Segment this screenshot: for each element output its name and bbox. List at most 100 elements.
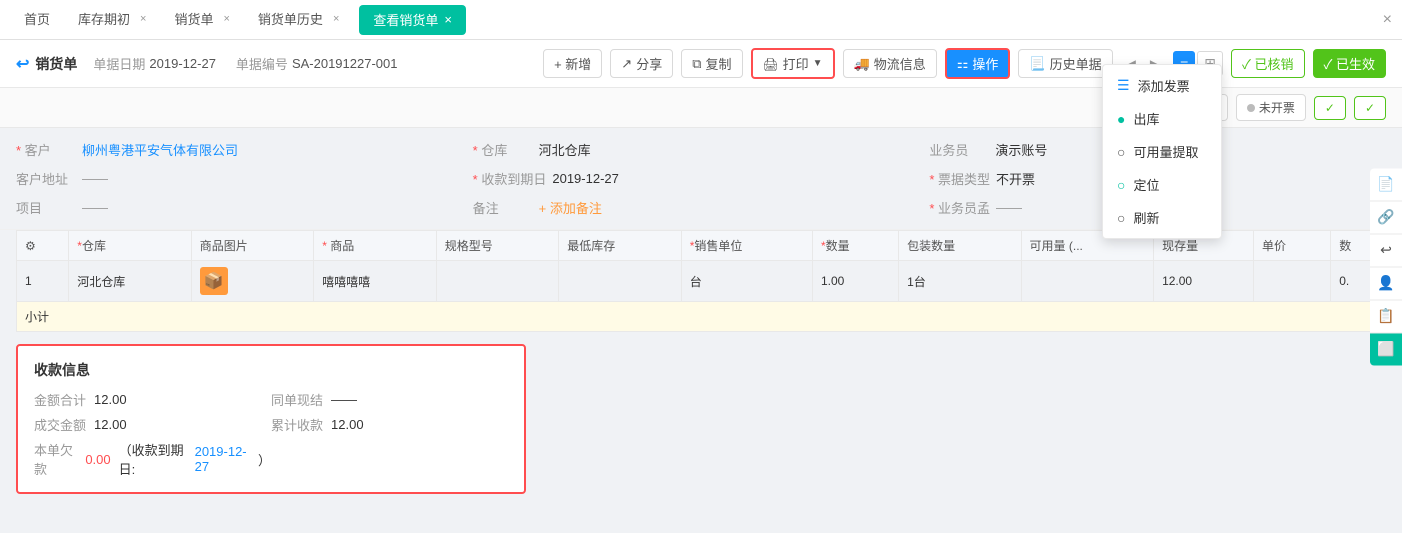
tab-view-sales-label: 查看销货单: [373, 10, 438, 29]
warehouse-label: 仓库: [473, 140, 533, 159]
row-spec: [436, 261, 558, 302]
refresh-label: 刷新: [1133, 208, 1159, 227]
logistics-icon: 🚚: [854, 56, 870, 72]
address-label: 客户地址: [16, 169, 76, 188]
th-product: * 商品: [314, 231, 436, 261]
logistics-button[interactable]: 🚚 物流信息: [843, 49, 937, 78]
sidebar-btn-user[interactable]: 👤: [1370, 267, 1402, 299]
tab-inventory[interactable]: 库存期初 ×: [64, 0, 160, 40]
copy-label: 复制: [706, 54, 732, 73]
document-title: 销货单: [35, 54, 77, 74]
tab-inventory-label: 库存期初: [78, 9, 130, 28]
same-order-label: 同单现结: [271, 390, 323, 409]
warehouse-field: 仓库 河北仓库: [473, 140, 930, 159]
menu-refresh[interactable]: ○ 刷新: [1103, 201, 1221, 234]
not-open-ticket-button[interactable]: 未开票: [1236, 94, 1306, 121]
project-label: 项目: [16, 198, 76, 217]
tab-inventory-close[interactable]: ×: [140, 13, 146, 25]
note-add-label[interactable]: + 添加备注: [539, 198, 602, 217]
doc-number-field: 单据编号 SA-20191227-001: [236, 54, 398, 73]
salesperson2-value: ——: [996, 200, 1022, 215]
payment-grid: 金额合计 12.00 同单现结 —— 成交金额 12.00 累计收款 12.00…: [34, 390, 508, 478]
add-invoice-icon: ☰: [1117, 77, 1130, 94]
th-settings[interactable]: ⚙: [17, 231, 69, 261]
note-label: 备注: [473, 198, 533, 217]
project-field: 项目 ——: [16, 198, 473, 217]
current-debt-item: 本单欠款 0.00 （收款到期日: 2019-12-27）: [34, 440, 271, 478]
tab-sales[interactable]: 销货单 ×: [160, 0, 243, 40]
row-available: [1021, 261, 1154, 302]
tab-sales-history[interactable]: 销货单历史 ×: [244, 0, 353, 40]
payment-title: 收款信息: [34, 360, 508, 380]
th-warehouse: *仓库: [69, 231, 191, 261]
settings-icon: ⚙: [25, 239, 36, 253]
dropdown-menu: ☰ 添加发票 ● 出库 ○ 可用量提取 ○ 定位 ○ 刷新: [1102, 64, 1222, 239]
effective-button[interactable]: ✓ 已生效: [1313, 49, 1387, 78]
outbound-icon: ●: [1117, 111, 1125, 127]
sidebar-btn-link[interactable]: 🔗: [1370, 201, 1402, 233]
salesperson-value: 演示账号: [995, 140, 1047, 159]
check-button-1[interactable]: ✓: [1314, 96, 1346, 120]
history-button[interactable]: 📃 历史单据: [1018, 49, 1112, 78]
print-button[interactable]: 🖨 打印 ▼: [751, 48, 835, 79]
doc-number-value: SA-20191227-001: [292, 56, 398, 71]
operation-label: 操作: [972, 54, 998, 73]
customer-value[interactable]: 柳州粤港平安气体有限公司: [82, 140, 238, 159]
customer-field: 客户 柳州粤港平安气体有限公司: [16, 140, 473, 159]
debt-note-close: ）: [258, 450, 271, 469]
product-image: 📦: [200, 267, 228, 295]
ticket-type-label: 票据类型: [929, 169, 990, 188]
print-label: 🖨 打印: [763, 54, 809, 73]
check-button-2[interactable]: ✓: [1354, 96, 1386, 120]
doc-number-label: 单据编号: [236, 54, 288, 73]
menu-available-qty[interactable]: ○ 可用量提取: [1103, 135, 1221, 168]
check-icon-2: ✓: [1365, 101, 1375, 115]
tab-sales-history-close[interactable]: ×: [333, 13, 339, 25]
history-icon: 📃: [1029, 56, 1045, 72]
share-label: 分享: [636, 54, 662, 73]
menu-add-invoice[interactable]: ☰ 添加发票: [1103, 69, 1221, 102]
history-label: 历史单据: [1050, 54, 1102, 73]
tab-home[interactable]: 首页: [10, 0, 64, 40]
sidebar-btn-expand[interactable]: ⬜: [1370, 333, 1402, 365]
document-meta: 单据日期 2019-12-27 单据编号 SA-20191227-001: [93, 54, 397, 73]
transaction-amount-value: 12.00: [94, 417, 127, 432]
due-date-value[interactable]: 2019-12-27: [195, 444, 250, 474]
table-section: ⚙ *仓库 商品图片 * 商品 规格型号 最低库存 *销售单位 *数量 包装数量…: [0, 230, 1402, 332]
share-icon: ↗: [621, 56, 632, 72]
copy-button[interactable]: ⧉ 复制: [681, 49, 742, 78]
same-order-item: 同单现结 ——: [271, 390, 508, 409]
cancelled-button[interactable]: ✓ 已核销: [1231, 49, 1305, 78]
project-value: ——: [82, 200, 108, 215]
row-product: 嘻嘻嘻嘻: [314, 261, 436, 302]
sidebar-btn-clipboard[interactable]: 📋: [1370, 300, 1402, 332]
row-price: [1253, 261, 1330, 302]
sidebar-btn-return[interactable]: ↩: [1370, 234, 1402, 266]
menu-locate[interactable]: ○ 定位: [1103, 168, 1221, 201]
menu-outbound[interactable]: ● 出库: [1103, 102, 1221, 135]
tab-view-sales-close[interactable]: ×: [444, 12, 452, 27]
locate-icon: ○: [1117, 177, 1125, 193]
tab-sales-label: 销货单: [174, 9, 213, 28]
row-min-stock: [559, 261, 681, 302]
add-invoice-label: 添加发票: [1138, 76, 1190, 95]
transaction-amount-label: 成交金额: [34, 415, 86, 434]
operation-button[interactable]: ⚏ 操作: [945, 48, 1011, 79]
payment-date-value: 2019-12-27: [552, 171, 619, 186]
share-button[interactable]: ↗ 分享: [610, 49, 673, 78]
sidebar-btn-doc[interactable]: 📄: [1370, 168, 1402, 200]
toolbar: + 新增 ↗ 分享 ⧉ 复制 🖨 打印 ▼ 🚚 物流信息 ⚏ 操作 📃 历史单据…: [543, 48, 1386, 79]
document-title-section: ↩ 销货单: [16, 54, 77, 74]
check-icon-1: ✓: [1325, 101, 1335, 115]
tab-view-sales[interactable]: 查看销货单 ×: [359, 5, 466, 35]
print-dropdown-icon: ▼: [813, 58, 823, 69]
tab-sales-close[interactable]: ×: [223, 13, 229, 25]
tab-bar-close-button[interactable]: ×: [1383, 11, 1392, 29]
row-package-qty: 1台: [899, 261, 1021, 302]
same-order-value: ——: [331, 392, 357, 407]
refresh-icon: ○: [1117, 210, 1125, 226]
available-qty-label: 可用量提取: [1133, 142, 1198, 161]
logistics-label: 物流信息: [874, 54, 926, 73]
new-button[interactable]: + 新增: [543, 49, 602, 78]
th-spec: 规格型号: [436, 231, 558, 261]
